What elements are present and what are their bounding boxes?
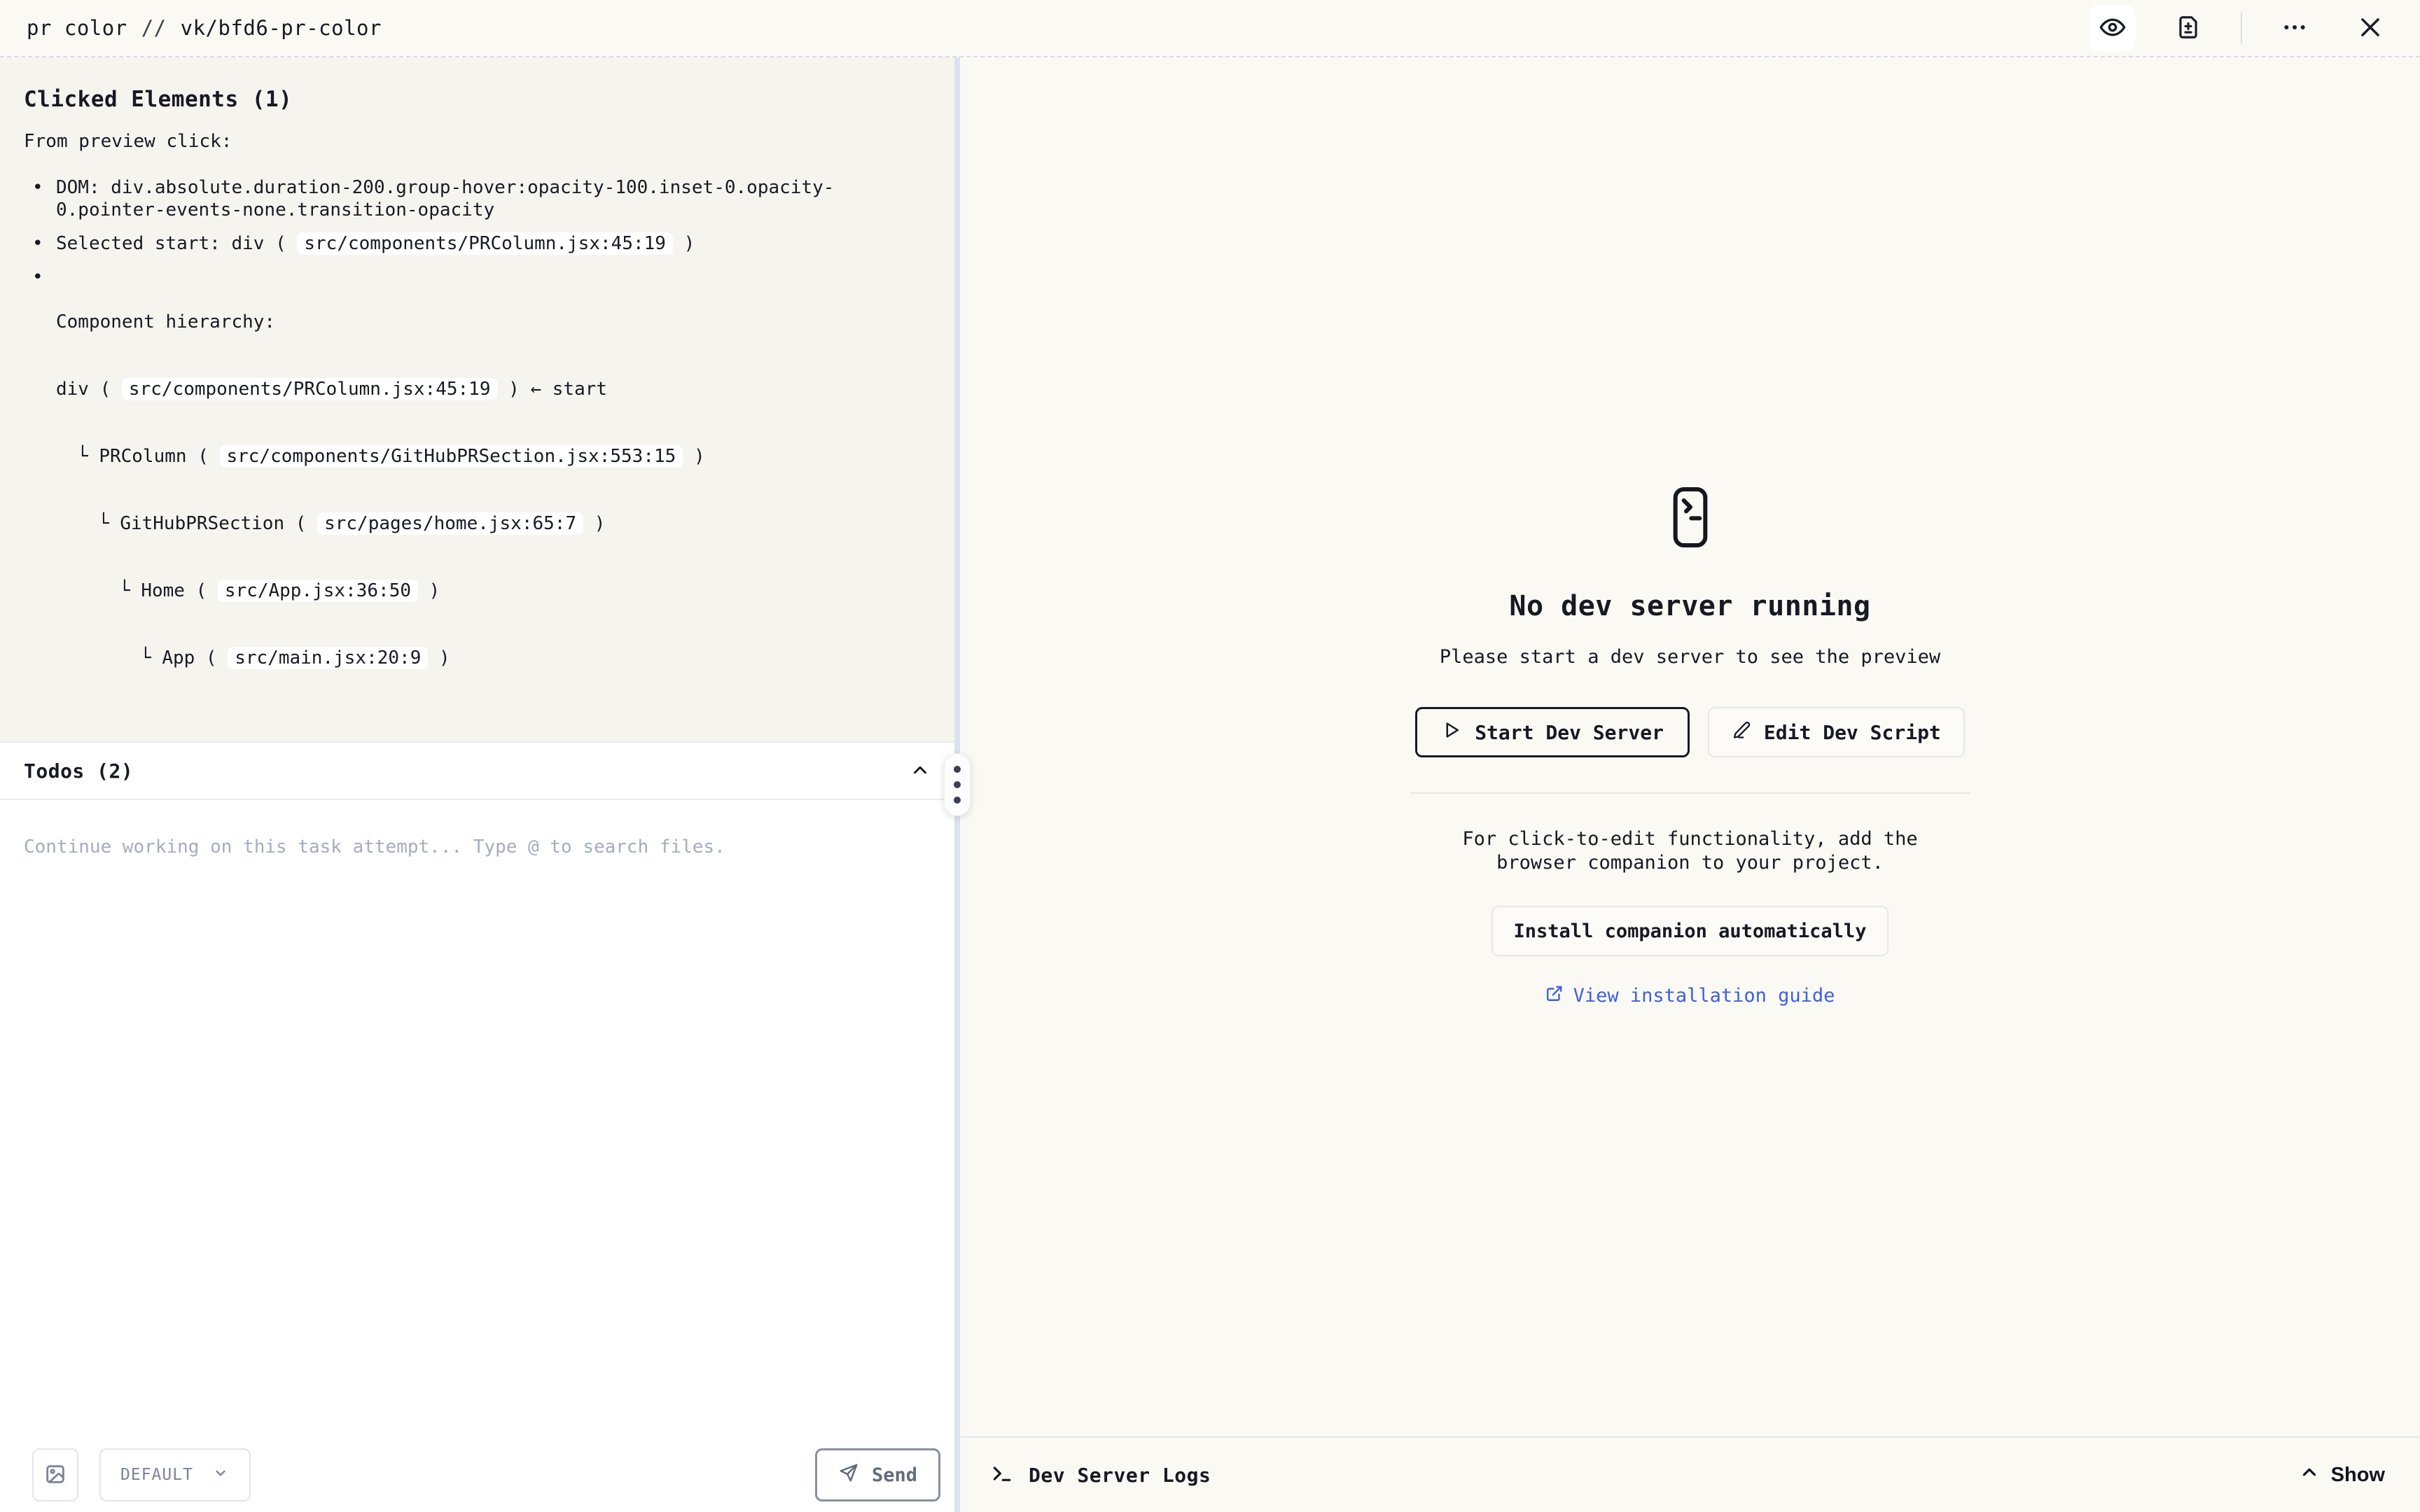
clicked-elements-intro: From preview click: (24, 131, 232, 152)
hierarchy-row: div ( src/components/PRColumn.jsx:45:19 … (56, 378, 608, 400)
branch-name: vk/bfd6-pr-color (180, 16, 382, 40)
edit-dev-script-button[interactable]: Edit Dev Script (1707, 707, 1965, 757)
terminal-prompt-icon (991, 1462, 1013, 1488)
source-path-chip[interactable]: src/components/PRColumn.jsx:45:19 (121, 378, 498, 400)
source-path-chip[interactable]: src/components/PRColumn.jsx:45:19 (297, 232, 673, 255)
dom-selector-text: DOM: div.absolute.duration-200.group-hov… (56, 177, 835, 220)
installation-guide-link[interactable]: View installation guide (1545, 984, 1835, 1007)
show-logs-label: Show (2330, 1463, 2385, 1486)
chat-panel: Clicked Elements (1) From preview click:… (0, 57, 954, 1512)
preview-actions: Start Dev Server Edit Dev Script (1415, 707, 1965, 757)
send-icon (838, 1462, 859, 1488)
companion-help-text: For click-to-edit functionality, add the… (1462, 828, 1918, 874)
splitter-drag-handle[interactable] (944, 753, 971, 816)
hierarchy-row: └ GitHubPRSection ( src/pages/home.jsx:6… (98, 512, 606, 535)
component-hierarchy-label: Component hierarchy: (56, 312, 276, 332)
title-separator: // (141, 16, 167, 40)
chevron-down-icon (211, 1464, 230, 1486)
eye-icon (2099, 13, 2127, 43)
section-divider (1410, 792, 1970, 794)
top-bar-actions (2089, 5, 2393, 51)
source-path-chip[interactable]: src/main.jsx:20:9 (228, 647, 429, 669)
composer-controls: DEFAULT Send (21, 1448, 940, 1502)
source-path-chip[interactable]: src/components/GitHubPRSection.jsx:553:1… (219, 445, 683, 468)
window-title: pr color // vk/bfd6-pr-color (27, 16, 382, 40)
top-bar: pr color // vk/bfd6-pr-color (0, 0, 2420, 57)
external-link-icon (1545, 984, 1564, 1007)
hierarchy-row: └ Home ( src/App.jsx:36:50 ) (119, 580, 440, 602)
list-item: • Selected start: div ( src/components/P… (32, 232, 695, 255)
hierarchy-row: └ App ( src/main.jsx:20:9 ) (140, 647, 450, 669)
app-window: pr color // vk/bfd6-pr-color Clicked Ele… (0, 0, 2420, 1512)
user-message: Clicked Elements (1) From preview click:… (0, 57, 954, 741)
clicked-elements-heading: Clicked Elements (1) (24, 87, 293, 112)
chevron-up-icon (910, 760, 931, 783)
selected-start-text: Selected start: div ( (56, 233, 298, 254)
todos-label: Todos (2) (24, 759, 134, 783)
message-composer: DEFAULT Send (0, 800, 954, 1512)
hierarchy-row: └ PRColumn ( src/components/GitHubPRSect… (77, 445, 705, 468)
project-name: pr color (27, 16, 127, 40)
diff-view-button[interactable] (2165, 5, 2211, 51)
send-button[interactable]: Send (814, 1448, 940, 1502)
preview-title: No dev server running (1509, 590, 1871, 622)
profile-select[interactable]: DEFAULT (99, 1448, 251, 1502)
chevron-up-icon (2299, 1462, 2320, 1488)
preview-panel: No dev server running Please start a dev… (960, 57, 2420, 1512)
file-diff-icon (2175, 14, 2202, 43)
preview-subtitle: Please start a dev server to see the pre… (1439, 646, 1941, 668)
todos-collapse-button[interactable] (910, 760, 931, 783)
install-companion-button[interactable]: Install companion automatically (1491, 906, 1889, 956)
conversation-scroll[interactable]: Clicked Elements (1) From preview click:… (0, 57, 954, 741)
close-button[interactable] (2347, 5, 2393, 51)
image-icon (43, 1462, 67, 1488)
edit-dev-script-label: Edit Dev Script (1763, 720, 1941, 744)
dev-server-logs-title: Dev Server Logs (1029, 1463, 1211, 1487)
message-input[interactable] (21, 818, 940, 1448)
terminal-icon (1671, 486, 1709, 551)
source-path-chip[interactable]: src/App.jsx:36:50 (217, 580, 418, 602)
play-icon (1441, 720, 1462, 746)
installation-guide-label: View installation guide (1573, 985, 1835, 1007)
ellipsis-icon (2281, 13, 2309, 43)
start-dev-server-label: Start Dev Server (1475, 720, 1664, 744)
preview-toggle-button[interactable] (2089, 5, 2136, 51)
attach-image-button[interactable] (32, 1448, 78, 1502)
close-icon (2357, 14, 2384, 43)
panel-splitter[interactable] (944, 57, 971, 1512)
pencil-icon (1732, 720, 1751, 745)
main-split: Clicked Elements (1) From preview click:… (0, 57, 2420, 1512)
profile-select-value: DEFAULT (120, 1466, 193, 1484)
send-button-label: Send (871, 1464, 917, 1486)
dev-server-logs-bar: Dev Server Logs Show (960, 1436, 2420, 1512)
list-item: • Component hierarchy: div ( src/compone… (24, 266, 931, 714)
todos-bar[interactable]: Todos (2) (0, 741, 954, 800)
toolbar-divider (2241, 13, 2242, 43)
source-path-chip[interactable]: src/pages/home.jsx:65:7 (317, 512, 584, 535)
clicked-elements-list: • DOM: div.absolute.duration-200.group-h… (24, 176, 931, 714)
preview-empty-state: No dev server running Please start a dev… (960, 57, 2420, 1436)
start-marker: ← start (519, 379, 608, 400)
show-logs-button[interactable]: Show (2299, 1462, 2391, 1488)
more-options-button[interactable] (2272, 5, 2318, 51)
list-item: • DOM: div.absolute.duration-200.group-h… (24, 176, 931, 221)
start-dev-server-button[interactable]: Start Dev Server (1415, 707, 1690, 757)
